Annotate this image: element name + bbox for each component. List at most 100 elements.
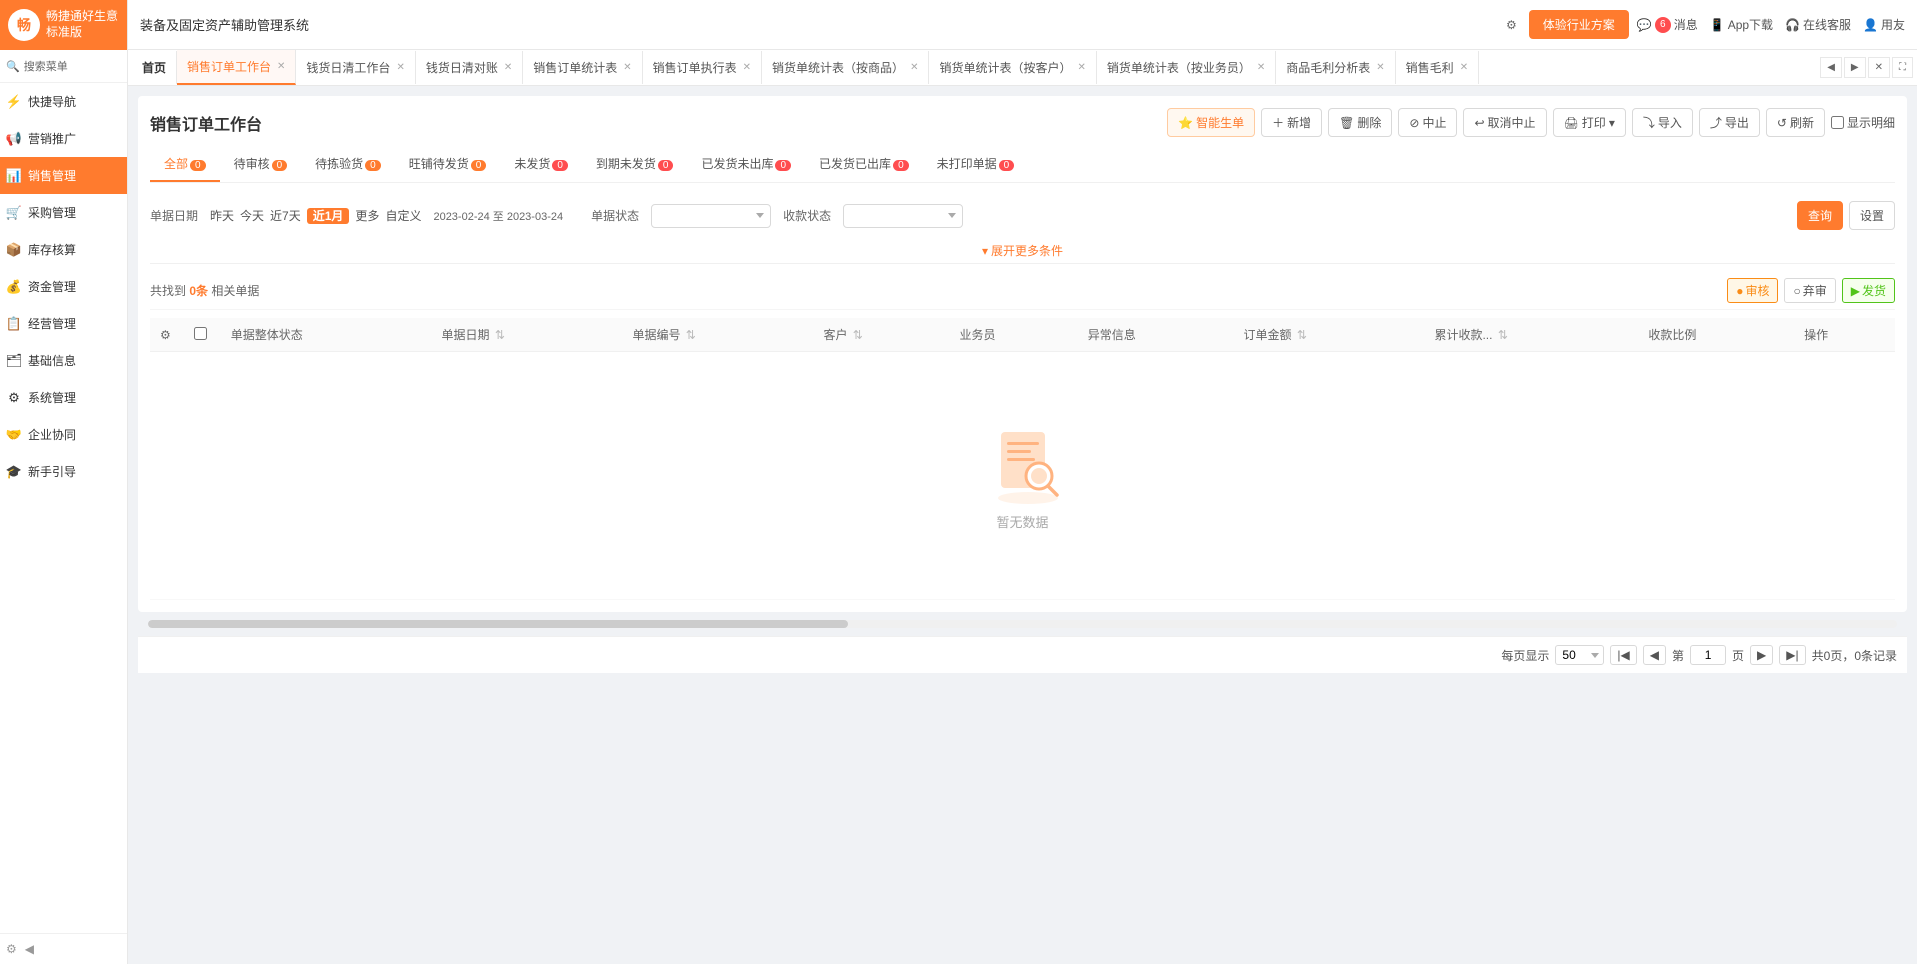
sidebar-item-quick-nav[interactable]: ⚡ 快捷导航 [0, 83, 127, 120]
tab-close-cash-reconcile[interactable]: ✕ [504, 62, 512, 73]
date-option-近1月[interactable]: 近1月 [307, 207, 350, 224]
show-detail-label[interactable]: 显示明细 [1831, 114, 1895, 131]
tab-close-profit-analysis[interactable]: ✕ [1376, 62, 1384, 73]
filter-tab-wangpu-pending[interactable]: 旺铺待发货0 [395, 147, 501, 182]
tab-prev-btn[interactable]: ◀ [1820, 57, 1842, 78]
query-btn[interactable]: 查询 [1797, 201, 1843, 230]
tab-sales-summary-product[interactable]: 销货单统计表（按商品）✕ [762, 51, 929, 84]
last-page-btn[interactable]: ▶| [1779, 645, 1805, 665]
tab-close-sales-summary-product[interactable]: ✕ [910, 62, 918, 73]
filter-tab-shipped-not-out[interactable]: 已发货未出库0 [687, 147, 805, 182]
sidebar-item-basic-info[interactable]: 🗂 基础信息 [0, 342, 127, 379]
add-btn[interactable]: ＋ 新增 [1261, 108, 1322, 137]
cancel-suspend-btn[interactable]: ↩ 取消中止 [1463, 108, 1546, 137]
sidebar-item-sales[interactable]: 📊 销售管理 [0, 157, 127, 194]
topbar-settings-icon[interactable]: ⚙ [1506, 18, 1517, 32]
tab-cash-daily[interactable]: 钱货日清工作台✕ [296, 51, 415, 84]
sidebar-item-enterprise[interactable]: 🤝 企业协同 [0, 416, 127, 453]
tab-home[interactable]: 首页 [132, 51, 177, 84]
tab-sales-exec[interactable]: 销售订单执行表✕ [643, 51, 762, 84]
tab-close-sales-summary-customer[interactable]: ✕ [1077, 62, 1085, 73]
col-amount[interactable]: 订单金额 ⇅ [1233, 318, 1424, 352]
tab-close-sales-stats[interactable]: ✕ [623, 62, 631, 73]
show-detail-checkbox[interactable] [1831, 116, 1844, 129]
filter-tab-not-printed[interactable]: 未打印单据0 [923, 147, 1029, 182]
col-received[interactable]: 累计收款... ⇅ [1424, 318, 1638, 352]
page-size-select[interactable]: 50 10 20 100 [1555, 645, 1604, 665]
date-option-近7天[interactable]: 近7天 [270, 207, 301, 224]
tab-close-sales-summary-staff[interactable]: ✕ [1257, 62, 1265, 73]
tab-next-btn[interactable]: ▶ [1844, 57, 1866, 78]
refresh-btn[interactable]: ↺ 刷新 [1766, 108, 1825, 137]
page-input[interactable] [1690, 645, 1726, 665]
tab-sales-summary-customer[interactable]: 销货单统计表（按客户）✕ [929, 51, 1096, 84]
sidebar-item-inventory[interactable]: 📦 库存核算 [0, 231, 127, 268]
col-date[interactable]: 单据日期 ⇅ [431, 318, 622, 352]
suspend-btn[interactable]: ⊘ 中止 [1398, 108, 1457, 137]
delete-btn[interactable]: 🗑 删除 [1328, 108, 1392, 137]
message-btn[interactable]: 💬 6 消息 [1637, 16, 1698, 33]
tab-sales-profit[interactable]: 销售毛利✕ [1396, 51, 1479, 84]
tab-fullscreen-btn[interactable]: ⛶ [1892, 57, 1913, 78]
scrollbar-thumb[interactable] [148, 620, 848, 628]
app-download-btn[interactable]: 📱 App下载 [1710, 16, 1773, 33]
date-option-更多[interactable]: 更多 [355, 207, 379, 224]
ship-btn[interactable]: ▶ 发货 [1842, 278, 1895, 303]
sales-label: 销售管理 [28, 167, 76, 184]
col-checkbox[interactable] [181, 318, 221, 352]
print-btn[interactable]: 🖨 打印 ▾ [1553, 108, 1626, 137]
enterprise-icon: 🤝 [6, 427, 22, 443]
col-customer[interactable]: 客户 ⇅ [813, 318, 949, 352]
payment-filter-select[interactable] [843, 204, 963, 228]
industry-btn[interactable]: 体验行业方案 [1529, 10, 1629, 39]
sidebar-item-operations[interactable]: 📋 经营管理 [0, 305, 127, 342]
sidebar-item-purchase[interactable]: 🛒 采购管理 [0, 194, 127, 231]
cancel-review-btn[interactable]: ○ 弃审 [1784, 278, 1835, 303]
col-settings[interactable]: ⚙ [150, 318, 181, 352]
prev-page-btn[interactable]: ◀ [1643, 645, 1666, 665]
filter-tab-all[interactable]: 全部0 [150, 147, 220, 182]
col-number[interactable]: 单据编号 ⇅ [622, 318, 813, 352]
sidebar-item-system[interactable]: ⚙ 系统管理 [0, 379, 127, 416]
tab-sales-summary-staff[interactable]: 销货单统计表（按业务员）✕ [1097, 51, 1276, 84]
sidebar-search[interactable]: 🔍 搜索菜单 [0, 50, 127, 83]
sidebar-item-marketing[interactable]: 📢 营销推广 [0, 120, 127, 157]
logo-icon: 畅 [8, 9, 40, 41]
review-btn[interactable]: ● 审核 [1727, 278, 1778, 303]
tab-profit-analysis[interactable]: 商品毛利分析表✕ [1276, 51, 1395, 84]
filter-settings-btn[interactable]: 设置 [1849, 201, 1895, 230]
tab-close-sales-profit[interactable]: ✕ [1460, 62, 1468, 73]
tab-sales-stats[interactable]: 销售订单统计表✕ [523, 51, 642, 84]
tab-cash-reconcile[interactable]: 钱货日清对账✕ [416, 51, 523, 84]
sidebar-item-finance[interactable]: 💰 资金管理 [0, 268, 127, 305]
date-option-今天[interactable]: 今天 [240, 207, 264, 224]
date-option-自定义[interactable]: 自定义 [385, 207, 421, 224]
expand-btn[interactable]: ▾ 展开更多条件 [982, 242, 1063, 259]
sidebar-item-guide[interactable]: 🎓 新手引导 [0, 453, 127, 490]
tab-sales-order[interactable]: 销售订单工作台✕ [177, 50, 296, 85]
export-btn[interactable]: ⤴ 导出 [1699, 108, 1760, 137]
online-service-btn[interactable]: 🎧 在线客服 [1785, 16, 1851, 33]
collapse-icon[interactable]: ◀ [25, 942, 34, 956]
filter-tab-not-shipped[interactable]: 未发货0 [500, 147, 582, 182]
filter-tab-pending-inspect[interactable]: 待拣验货0 [301, 147, 395, 182]
first-page-btn[interactable]: |◀ [1610, 645, 1636, 665]
filter-tab-shipped-out[interactable]: 已发货已出库0 [805, 147, 923, 182]
next-page-btn[interactable]: ▶ [1750, 645, 1773, 665]
tab-close-sales-exec[interactable]: ✕ [743, 62, 751, 73]
status-filter-select[interactable] [651, 204, 771, 228]
date-option-昨天[interactable]: 昨天 [210, 207, 234, 224]
user-menu[interactable]: 👤 用友 [1863, 16, 1905, 33]
cancel-review-icon: ○ [1793, 284, 1800, 298]
settings-icon[interactable]: ⚙ [6, 942, 17, 956]
tab-close-all-btn[interactable]: ✕ [1868, 57, 1890, 78]
import-btn[interactable]: ⤵ 导入 [1632, 108, 1693, 137]
tab-actions: ◀ ▶ ✕ ⛶ [1820, 57, 1913, 78]
filter-tab-expired-not-shipped[interactable]: 到期未发货0 [582, 147, 688, 182]
smart-btn[interactable]: ⭐ 智能生单 [1167, 108, 1255, 137]
horizontal-scrollbar[interactable] [148, 620, 1897, 628]
tab-close-sales-order[interactable]: ✕ [277, 61, 285, 72]
tab-close-cash-daily[interactable]: ✕ [396, 62, 404, 73]
select-all-checkbox[interactable] [194, 327, 207, 340]
filter-tab-pending-review[interactable]: 待审核0 [220, 147, 302, 182]
